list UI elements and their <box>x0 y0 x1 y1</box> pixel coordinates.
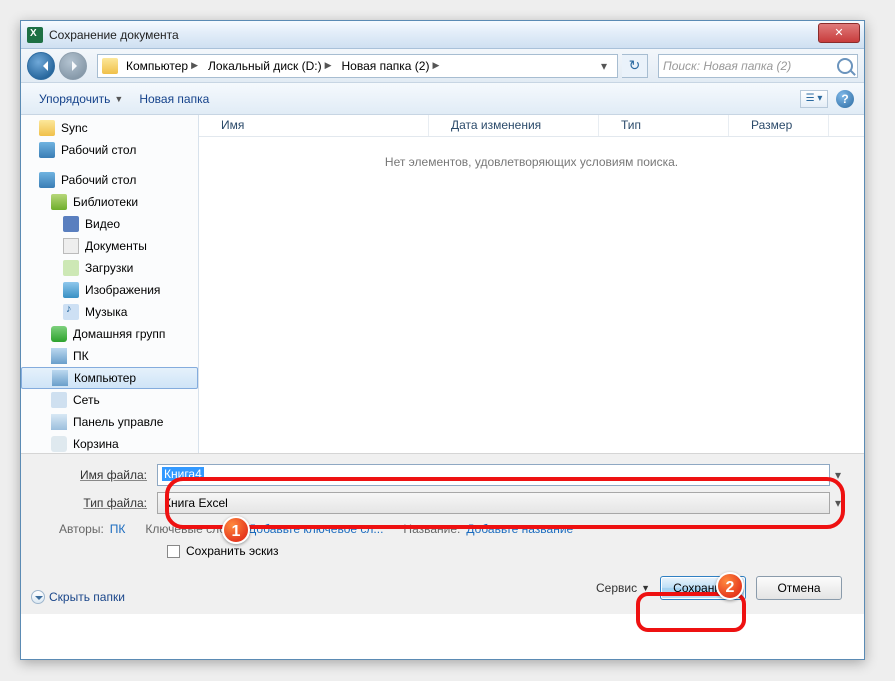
nav-tree[interactable]: Sync Рабочий стол Рабочий стол Библиотек… <box>21 115 199 453</box>
thumbnail-checkbox[interactable] <box>167 545 180 558</box>
close-button[interactable]: ✕ <box>818 23 860 43</box>
tree-video[interactable]: Видео <box>21 213 198 235</box>
nav-row: Компьютер▶ Локальный диск (D:)▶ Новая па… <box>21 49 864 83</box>
folder-icon <box>102 58 118 74</box>
tree-desktop-fav[interactable]: Рабочий стол <box>21 139 198 161</box>
window-title: Сохранение документа <box>49 28 179 42</box>
column-headers[interactable]: Имя Дата изменения Тип Размер <box>199 115 864 137</box>
cancel-button[interactable]: Отмена <box>756 576 842 600</box>
bc-root[interactable]: Компьютер <box>126 59 188 73</box>
chevron-down-icon <box>31 590 45 604</box>
tree-pc[interactable]: ПК <box>21 345 198 367</box>
new-folder-button[interactable]: Новая папка <box>131 88 217 110</box>
tree-music[interactable]: Музыка <box>21 301 198 323</box>
tree-homegroup[interactable]: Домашняя групп <box>21 323 198 345</box>
callout-badge-2: 2 <box>716 572 744 600</box>
title-link[interactable]: Добавьте название <box>466 522 573 536</box>
tree-sync[interactable]: Sync <box>21 117 198 139</box>
address-bar[interactable]: Компьютер▶ Локальный диск (D:)▶ Новая па… <box>97 54 618 78</box>
service-menu[interactable]: Сервис▼ <box>596 581 650 595</box>
bc-disk[interactable]: Локальный диск (D:) <box>208 59 322 73</box>
tree-recycle-bin[interactable]: Корзина <box>21 433 198 453</box>
tree-desktop[interactable]: Рабочий стол <box>21 169 198 191</box>
help-button[interactable]: ? <box>836 90 854 108</box>
toolbar: Упорядочить▼ Новая папка ☰ ▾ ? <box>21 83 864 115</box>
file-list[interactable]: Имя Дата изменения Тип Размер Нет элемен… <box>199 115 864 453</box>
filename-label: Имя файла: <box>39 468 157 482</box>
organize-button[interactable]: Упорядочить▼ <box>31 88 131 110</box>
search-icon <box>837 58 853 74</box>
thumbnail-label: Сохранить эскиз <box>186 544 279 558</box>
tree-libraries[interactable]: Библиотеки <box>21 191 198 213</box>
empty-message: Нет элементов, удовлетворяющих условиям … <box>199 155 864 169</box>
view-button[interactable]: ☰ ▾ <box>800 90 828 108</box>
bc-folder[interactable]: Новая папка (2) <box>342 59 430 73</box>
hide-folders-toggle[interactable]: Скрыть папки <box>31 590 125 604</box>
col-size[interactable]: Размер <box>729 115 829 136</box>
search-placeholder: Поиск: Новая папка (2) <box>663 59 791 73</box>
callout-badge-1: 1 <box>222 516 250 544</box>
tree-control-panel[interactable]: Панель управле <box>21 411 198 433</box>
tree-downloads[interactable]: Загрузки <box>21 257 198 279</box>
title-label: Название: <box>403 522 460 536</box>
back-button[interactable] <box>27 52 55 80</box>
authors-value[interactable]: ПК <box>110 522 126 536</box>
save-dialog: Сохранение документа ✕ Компьютер▶ Локаль… <box>20 20 865 660</box>
col-date[interactable]: Дата изменения <box>429 115 599 136</box>
col-name[interactable]: Имя <box>199 115 429 136</box>
authors-label: Авторы: <box>59 522 104 536</box>
filetype-select[interactable]: Книга Excel <box>157 492 830 514</box>
search-input[interactable]: Поиск: Новая папка (2) <box>658 54 858 78</box>
keywords-link[interactable]: Добавьте ключевое сл... <box>248 522 383 536</box>
col-type[interactable]: Тип <box>599 115 729 136</box>
filetype-dropdown[interactable]: ▾ <box>830 496 846 510</box>
tree-computer[interactable]: Компьютер <box>21 367 198 389</box>
titlebar[interactable]: Сохранение документа ✕ <box>21 21 864 49</box>
filename-dropdown[interactable]: ▾ <box>830 468 846 482</box>
tree-documents[interactable]: Документы <box>21 235 198 257</box>
filename-input[interactable]: Книга4 <box>157 464 830 486</box>
excel-icon <box>27 27 43 43</box>
filetype-label: Тип файла: <box>39 496 157 510</box>
forward-button[interactable] <box>59 52 87 80</box>
tree-network[interactable]: Сеть <box>21 389 198 411</box>
address-dropdown[interactable]: ▾ <box>595 59 613 73</box>
tree-images[interactable]: Изображения <box>21 279 198 301</box>
refresh-button[interactable]: ↻ <box>622 54 648 78</box>
